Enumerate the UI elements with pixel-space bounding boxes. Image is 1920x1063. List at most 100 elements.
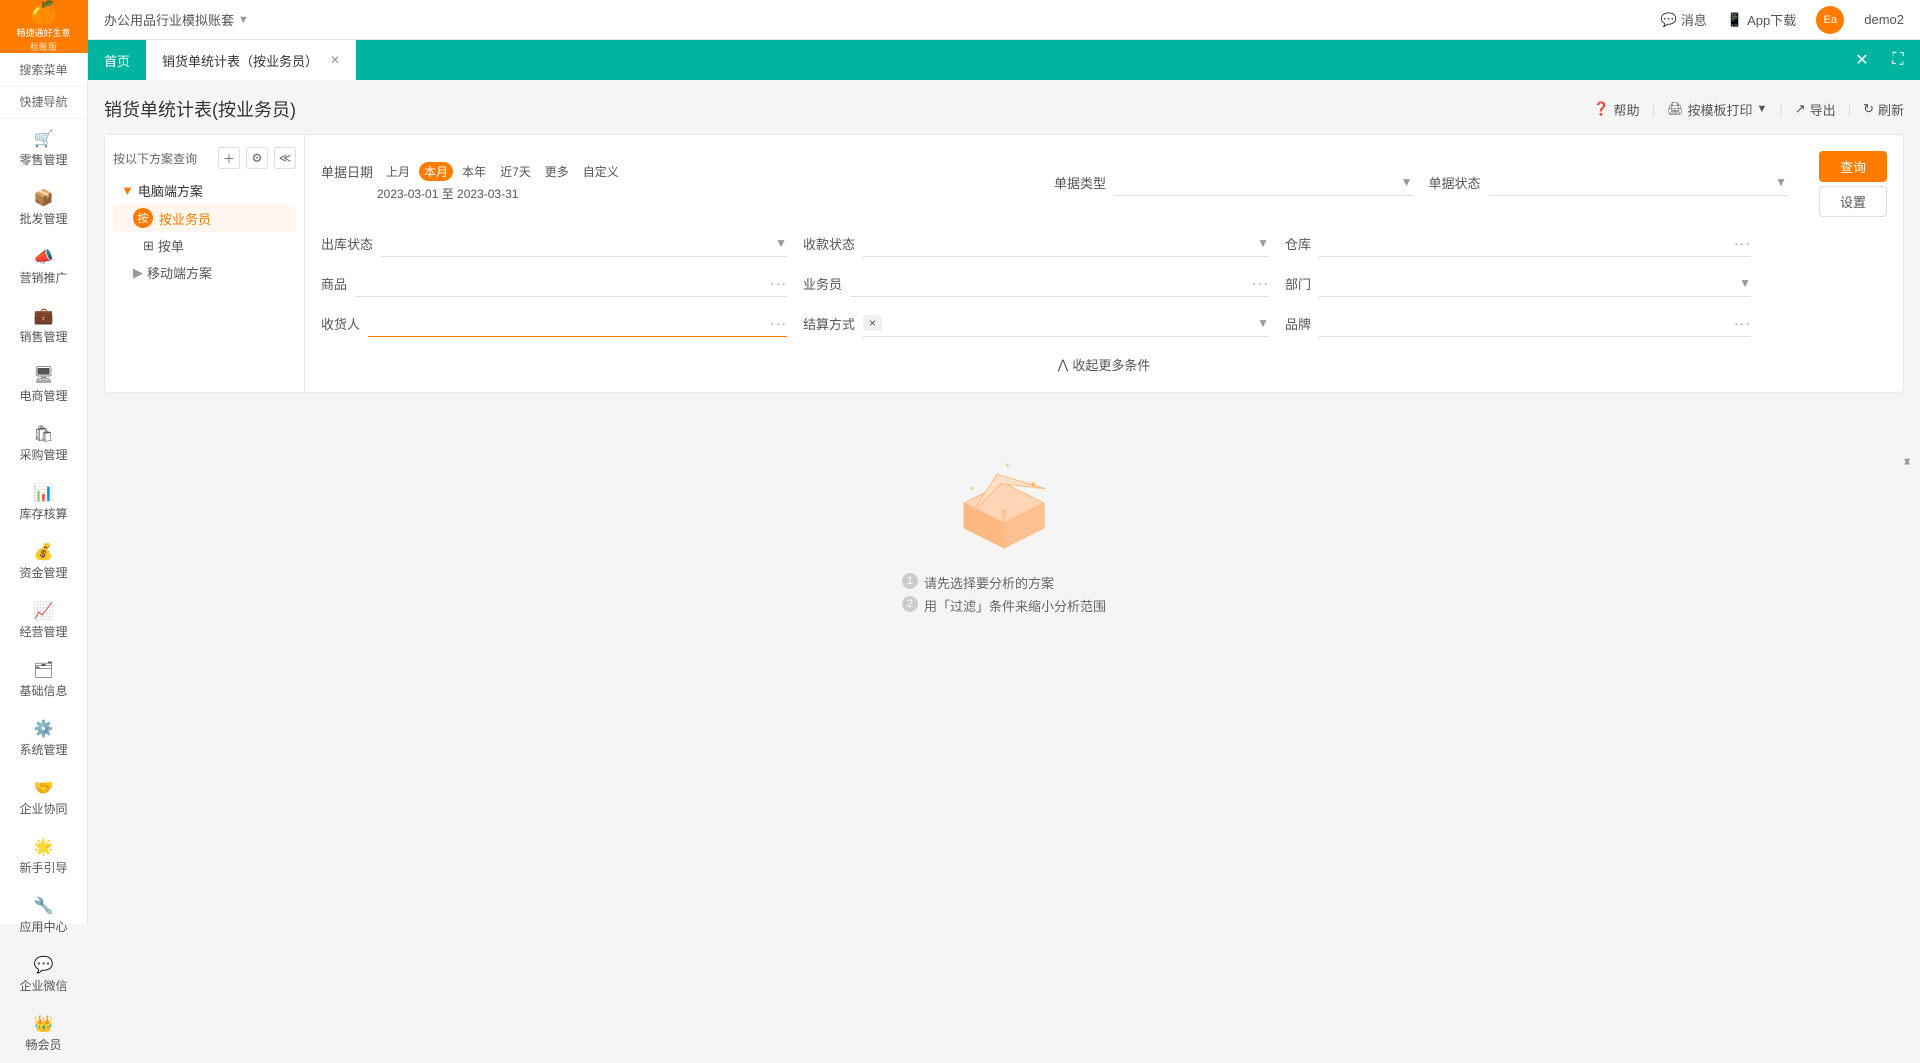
sidebar-item-operations[interactable]: 📈 经营管理	[0, 591, 87, 650]
svg-text:✦: ✦	[969, 484, 976, 493]
doctype-control[interactable]: ▼	[1114, 168, 1412, 196]
scheme-header-label: 按以下方案查询	[113, 150, 197, 167]
sidebar-item-wholesale[interactable]: 📦 批发管理 ▼	[0, 178, 87, 237]
sidebar-item-system[interactable]: ⚙️ 系统管理	[0, 709, 87, 768]
tab-close-btn[interactable]: ✕	[330, 53, 340, 67]
help-label: 帮助	[1614, 100, 1640, 119]
sidebar-item-retail[interactable]: 🛒 零售管理 ▲	[0, 119, 87, 178]
sidebar-item-sales[interactable]: 💼 销售管理	[0, 296, 87, 355]
dept-arrow: ▼	[1739, 276, 1751, 290]
doctype-arrow: ▼	[1401, 175, 1413, 189]
settings-button[interactable]: 设置	[1819, 186, 1887, 217]
export-btn[interactable]: ↗ 导出	[1795, 100, 1836, 119]
wholesale-icon: 📦	[34, 188, 54, 208]
inventory-icon: 📊	[34, 483, 54, 503]
date-btn-more[interactable]: 更多	[540, 162, 574, 181]
payment-arrow: ▼	[1257, 236, 1269, 250]
sidebar-item-inventory[interactable]: 📊 库存核算	[0, 473, 87, 532]
system-icon: ⚙️	[34, 719, 54, 739]
date-btn-thisyear[interactable]: 本年	[457, 162, 491, 181]
filter-brand-item: 品牌 ···	[1285, 309, 1751, 337]
outstatus-control[interactable]: ▼	[381, 229, 787, 257]
tab-home[interactable]: 首页	[88, 40, 146, 80]
app-download-btn[interactable]: 📱 App下载	[1727, 10, 1796, 29]
scheme-by-staff[interactable]: 按 按业务员	[113, 204, 296, 232]
tab-sales-stat[interactable]: 销货单统计表（按业务员） ✕	[146, 40, 356, 80]
consignee-control[interactable]: ···	[368, 309, 787, 337]
docstatus-arrow: ▼	[1775, 175, 1787, 189]
sidebar-quicknav-item[interactable]: 快捷导航	[0, 87, 87, 119]
scheme-add-btn[interactable]: ＋	[218, 147, 240, 169]
scheme-active-dot: 按	[133, 208, 153, 228]
query-button[interactable]: 查询	[1819, 151, 1887, 182]
sidebar-item-basic[interactable]: 🗂 基础信息	[0, 650, 87, 709]
collapse-button[interactable]: ⋀ 收起更多条件	[1058, 355, 1151, 374]
sidebar-item-finance[interactable]: 💰 资金管理	[0, 532, 87, 591]
date-btn-7days[interactable]: 近7天	[495, 162, 536, 181]
topbar-title[interactable]: 办公用品行业模拟账套 ▼	[104, 10, 249, 29]
payment-control[interactable]: ▼	[863, 229, 1269, 257]
app-download-label: App下载	[1747, 10, 1796, 29]
dept-label: 部门	[1285, 274, 1311, 293]
sidebar-item-ecommerce[interactable]: 🖥 电商管理	[0, 355, 87, 414]
goods-dots: ···	[770, 275, 787, 291]
sidebar-item-marketing[interactable]: 📣 营销推广	[0, 237, 87, 296]
message-btn[interactable]: 💬 消息	[1661, 10, 1707, 29]
scheme-group-label: 电脑端方案	[138, 181, 203, 200]
refresh-label: 刷新	[1878, 100, 1904, 119]
sidebar-item-purchase[interactable]: 🛍 采购管理	[0, 414, 87, 473]
date-btn-custom[interactable]: 自定义	[578, 162, 624, 181]
sidebar-item-label: 库存核算	[19, 505, 67, 522]
sidebar-item-label: 电商管理	[19, 387, 67, 404]
brand-control[interactable]: ···	[1319, 309, 1751, 337]
settlement-control[interactable]: × ▼	[863, 309, 1269, 337]
separator1: |	[1652, 102, 1655, 117]
tab-close-all-btn[interactable]: ✕	[1848, 46, 1876, 74]
warehouse-control[interactable]: ···	[1319, 229, 1751, 257]
sidebar-item-label: 销售管理	[19, 328, 67, 345]
settlement-tag-remove[interactable]: ×	[869, 316, 876, 330]
tab-fullscreen-btn[interactable]: ⛶	[1884, 46, 1912, 74]
logo-icon: 🍊	[30, 0, 57, 26]
dept-control[interactable]: ▼	[1319, 269, 1751, 297]
scheme-by-order[interactable]: ⊞ 按单	[113, 232, 296, 259]
scheme-group-mobile[interactable]: ▶ 移动端方案	[113, 259, 296, 286]
scheme-collapse-btn[interactable]: ≪	[274, 147, 296, 169]
download-icon: 📱	[1727, 12, 1743, 28]
tip-num-2: 2	[902, 596, 918, 612]
sidebar-search-item[interactable]: 搜索菜单	[0, 53, 87, 87]
user-avatar[interactable]: Ea	[1816, 6, 1844, 34]
template-print-btn[interactable]: 🖨 按模板打印 ▼	[1667, 100, 1767, 119]
sidebar-item-label: 基础信息	[19, 682, 67, 699]
docstatus-control[interactable]: ▼	[1489, 168, 1787, 196]
empty-tip-1: 1 请先选择要分析的方案	[902, 573, 1106, 592]
page-title: 销货单统计表(按业务员)	[104, 96, 296, 122]
filter-consignee-item: 收货人 ···	[321, 309, 787, 337]
help-btn[interactable]: ❓ 帮助	[1593, 100, 1639, 119]
sidebar-item-wechat[interactable]: 💬 企业微信	[0, 945, 87, 1004]
separator2: |	[1779, 102, 1782, 117]
staff-control[interactable]: ···	[850, 269, 1269, 297]
date-btn-lastmonth[interactable]: 上月	[381, 162, 415, 181]
purchase-icon: 🛍	[33, 424, 53, 444]
tab-sales-stat-label: 销货单统计表（按业务员）	[162, 51, 318, 70]
collapse-label: 收起更多条件	[1072, 355, 1150, 374]
basic-icon: 🗂	[33, 660, 53, 680]
separator3: |	[1848, 102, 1851, 117]
svg-text:↑: ↑	[999, 504, 1009, 526]
scheme-settings-btn[interactable]: ⚙	[246, 147, 268, 169]
scheme-group-pc[interactable]: ▼ 电脑端方案	[113, 177, 296, 204]
scheme-actions: ＋ ⚙ ≪	[218, 147, 296, 169]
user-name[interactable]: demo2	[1864, 12, 1904, 27]
tip-num-1: 1	[902, 573, 918, 589]
sidebar-item-newbie[interactable]: 🌟 新手引导	[0, 827, 87, 886]
filter-warehouse-item: 仓库 ···	[1285, 229, 1751, 257]
sidebar-item-apps[interactable]: 🔧 应用中心	[0, 886, 87, 945]
refresh-btn[interactable]: ↻ 刷新	[1863, 100, 1904, 119]
goods-control[interactable]: ···	[355, 269, 787, 297]
settlement-arrow: ▼	[1257, 316, 1269, 330]
sidebar-item-enterprise[interactable]: 🤝 企业协同	[0, 768, 87, 827]
sidebar-logo[interactable]: 🍊 畅捷通好生意 标账版	[0, 0, 88, 53]
date-btn-thismonth[interactable]: 本月	[419, 162, 453, 181]
sidebar-item-member[interactable]: 👑 畅会员	[0, 1004, 87, 1063]
